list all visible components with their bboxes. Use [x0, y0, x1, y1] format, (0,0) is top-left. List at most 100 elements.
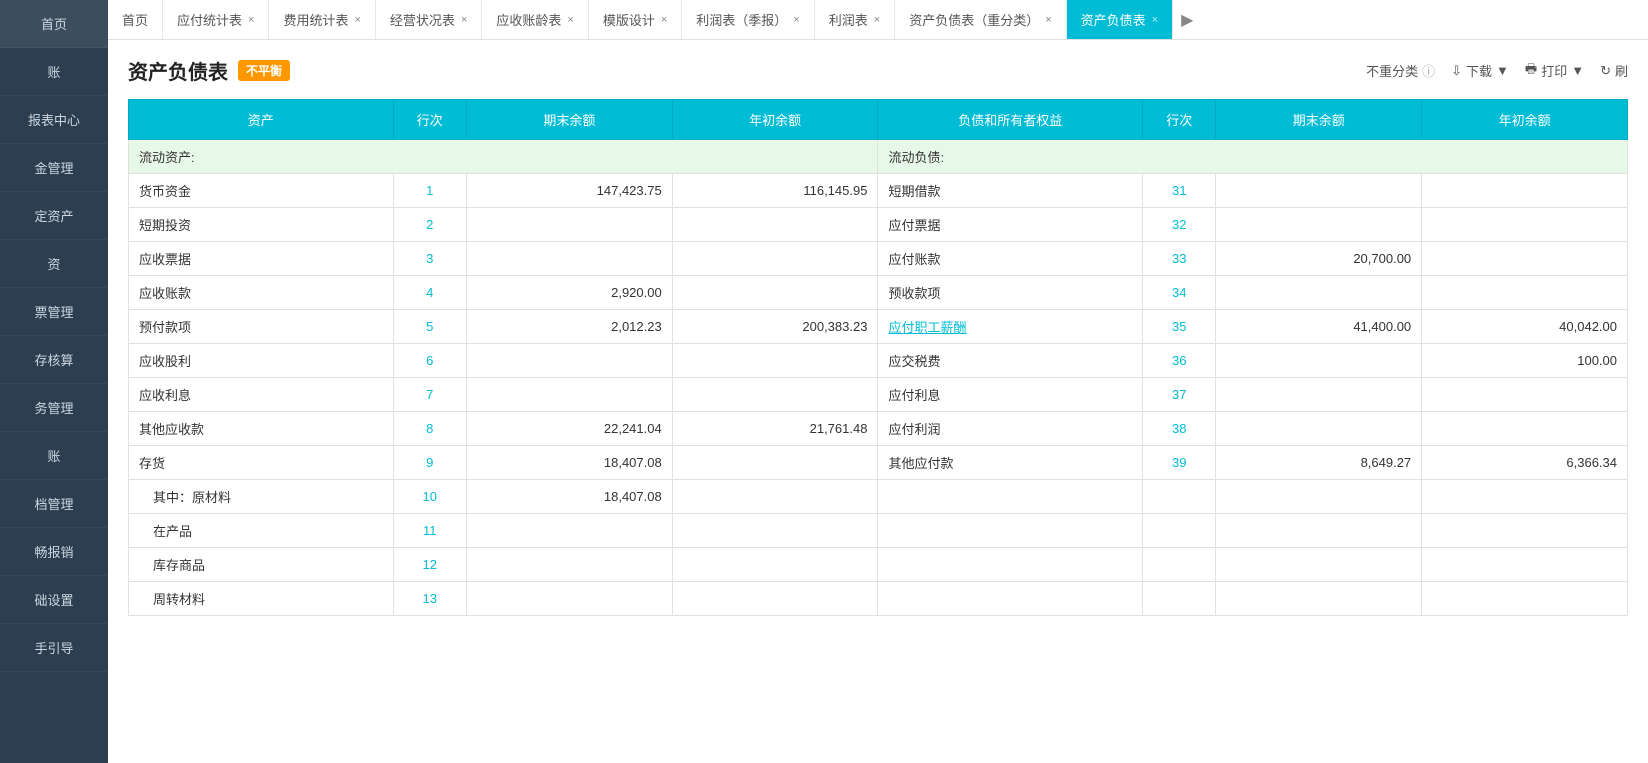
liability-end-balance[interactable]	[1216, 276, 1422, 310]
liability-end-balance[interactable]: 8,649.27	[1216, 446, 1422, 480]
liability-name[interactable]: 应付利润	[878, 412, 1143, 446]
tab-balance-close[interactable]: ×	[1152, 14, 1158, 26]
asset-end-balance[interactable]: 2,012.23	[466, 310, 672, 344]
liability-start-balance[interactable]: 40,042.00	[1422, 310, 1628, 344]
liability-end-balance[interactable]	[1216, 378, 1422, 412]
liability-row-num[interactable]	[1142, 582, 1215, 616]
asset-row-num[interactable]: 13	[393, 582, 466, 616]
asset-end-balance[interactable]	[466, 208, 672, 242]
sidebar-item-settings[interactable]: 础设置	[0, 576, 108, 624]
asset-name[interactable]: 在产品	[129, 514, 394, 548]
asset-name[interactable]: 周转材料	[129, 582, 394, 616]
no-reclassify[interactable]: 不重分类 ⓘ	[1366, 61, 1435, 80]
asset-row-num[interactable]: 7	[393, 378, 466, 412]
sidebar-item-expense[interactable]: 畅报销	[0, 528, 108, 576]
asset-row-num[interactable]: 3	[393, 242, 466, 276]
liability-end-balance[interactable]	[1216, 344, 1422, 378]
liability-start-balance[interactable]	[1422, 548, 1628, 582]
tab-payable-stats-close[interactable]: ×	[248, 14, 254, 26]
asset-start-balance[interactable]: 116,145.95	[672, 174, 878, 208]
asset-start-balance[interactable]	[672, 446, 878, 480]
liability-end-balance[interactable]	[1216, 412, 1422, 446]
asset-end-balance[interactable]: 147,423.75	[466, 174, 672, 208]
liability-row-num[interactable]: 36	[1142, 344, 1215, 378]
liability-start-balance[interactable]	[1422, 276, 1628, 310]
liability-row-num[interactable]: 31	[1142, 174, 1215, 208]
print-button[interactable]: 🖶 打印 ▼	[1525, 60, 1584, 82]
liability-name[interactable]: 应付职工薪酬	[878, 310, 1143, 344]
liability-name[interactable]	[878, 548, 1143, 582]
liability-name[interactable]: 应付利息	[878, 378, 1143, 412]
liability-name[interactable]: 预收款项	[878, 276, 1143, 310]
tab-balance-reclassified-close[interactable]: ×	[1045, 14, 1051, 26]
asset-start-balance[interactable]	[672, 208, 878, 242]
asset-name[interactable]: 短期投资	[129, 208, 394, 242]
liability-start-balance[interactable]	[1422, 208, 1628, 242]
asset-end-balance[interactable]: 22,241.04	[466, 412, 672, 446]
asset-name[interactable]: 货币资金	[129, 174, 394, 208]
tab-expense-stats-close[interactable]: ×	[354, 14, 360, 26]
sidebar-item-home[interactable]: 首页	[0, 0, 108, 48]
liability-row-num[interactable]: 38	[1142, 412, 1215, 446]
liability-start-balance[interactable]: 100.00	[1422, 344, 1628, 378]
liability-end-balance[interactable]: 20,700.00	[1216, 242, 1422, 276]
asset-row-num[interactable]: 9	[393, 446, 466, 480]
tab-operation[interactable]: 经营状况表 ×	[376, 0, 482, 40]
tab-profit-quarterly-close[interactable]: ×	[793, 14, 799, 26]
asset-row-num[interactable]: 11	[393, 514, 466, 548]
asset-start-balance[interactable]	[672, 344, 878, 378]
liability-end-balance[interactable]	[1216, 174, 1422, 208]
liability-name[interactable]	[878, 514, 1143, 548]
liability-start-balance[interactable]	[1422, 480, 1628, 514]
asset-start-balance[interactable]	[672, 276, 878, 310]
asset-name[interactable]: 预付款项	[129, 310, 394, 344]
sidebar-item-ledger[interactable]: 账	[0, 432, 108, 480]
tab-receivable-aging[interactable]: 应收账龄表 ×	[482, 0, 588, 40]
asset-row-num[interactable]: 12	[393, 548, 466, 582]
tab-arrow-right[interactable]: ▶	[1173, 10, 1201, 30]
liability-name[interactable]	[878, 480, 1143, 514]
liability-name[interactable]: 其他应付款	[878, 446, 1143, 480]
tab-home[interactable]: 首页	[108, 0, 163, 40]
liability-name[interactable]: 应付账款	[878, 242, 1143, 276]
liability-start-balance[interactable]	[1422, 242, 1628, 276]
refresh-button[interactable]: ↻ 刷	[1600, 61, 1628, 80]
tab-template[interactable]: 模版设计 ×	[589, 0, 682, 40]
sidebar-item-investment[interactable]: 资	[0, 240, 108, 288]
tab-profit[interactable]: 利润表 ×	[815, 0, 895, 40]
liability-end-balance[interactable]	[1216, 514, 1422, 548]
liability-start-balance[interactable]: 6,366.34	[1422, 446, 1628, 480]
tab-profit-quarterly[interactable]: 利润表（季报） ×	[682, 0, 814, 40]
liability-start-balance[interactable]	[1422, 378, 1628, 412]
asset-name[interactable]: 应收股利	[129, 344, 394, 378]
liability-row-num[interactable]	[1142, 548, 1215, 582]
liability-row-num[interactable]: 32	[1142, 208, 1215, 242]
sidebar-item-archive[interactable]: 档管理	[0, 480, 108, 528]
asset-start-balance[interactable]	[672, 548, 878, 582]
liability-row-num[interactable]	[1142, 480, 1215, 514]
asset-row-num[interactable]: 4	[393, 276, 466, 310]
asset-row-num[interactable]: 10	[393, 480, 466, 514]
sidebar-item-cash[interactable]: 金管理	[0, 144, 108, 192]
tab-operation-close[interactable]: ×	[461, 14, 467, 26]
asset-start-balance[interactable]	[672, 480, 878, 514]
liability-row-num[interactable]: 33	[1142, 242, 1215, 276]
asset-row-num[interactable]: 2	[393, 208, 466, 242]
asset-name[interactable]: 其他应收款	[129, 412, 394, 446]
asset-end-balance[interactable]	[466, 548, 672, 582]
asset-start-balance[interactable]: 21,761.48	[672, 412, 878, 446]
sidebar-item-reports[interactable]: 报表中心	[0, 96, 108, 144]
asset-row-num[interactable]: 5	[393, 310, 466, 344]
sidebar-item-tax[interactable]: 务管理	[0, 384, 108, 432]
liability-start-balance[interactable]	[1422, 174, 1628, 208]
tab-template-close[interactable]: ×	[661, 14, 667, 26]
asset-end-balance[interactable]	[466, 378, 672, 412]
liability-end-balance[interactable]	[1216, 582, 1422, 616]
tab-balance[interactable]: 资产负债表 ×	[1067, 0, 1173, 40]
asset-end-balance[interactable]: 18,407.08	[466, 480, 672, 514]
asset-row-num[interactable]: 8	[393, 412, 466, 446]
liability-name[interactable]: 应付票据	[878, 208, 1143, 242]
asset-end-balance[interactable]	[466, 514, 672, 548]
sidebar-item-fixed-assets[interactable]: 定资产	[0, 192, 108, 240]
liability-end-balance[interactable]	[1216, 548, 1422, 582]
